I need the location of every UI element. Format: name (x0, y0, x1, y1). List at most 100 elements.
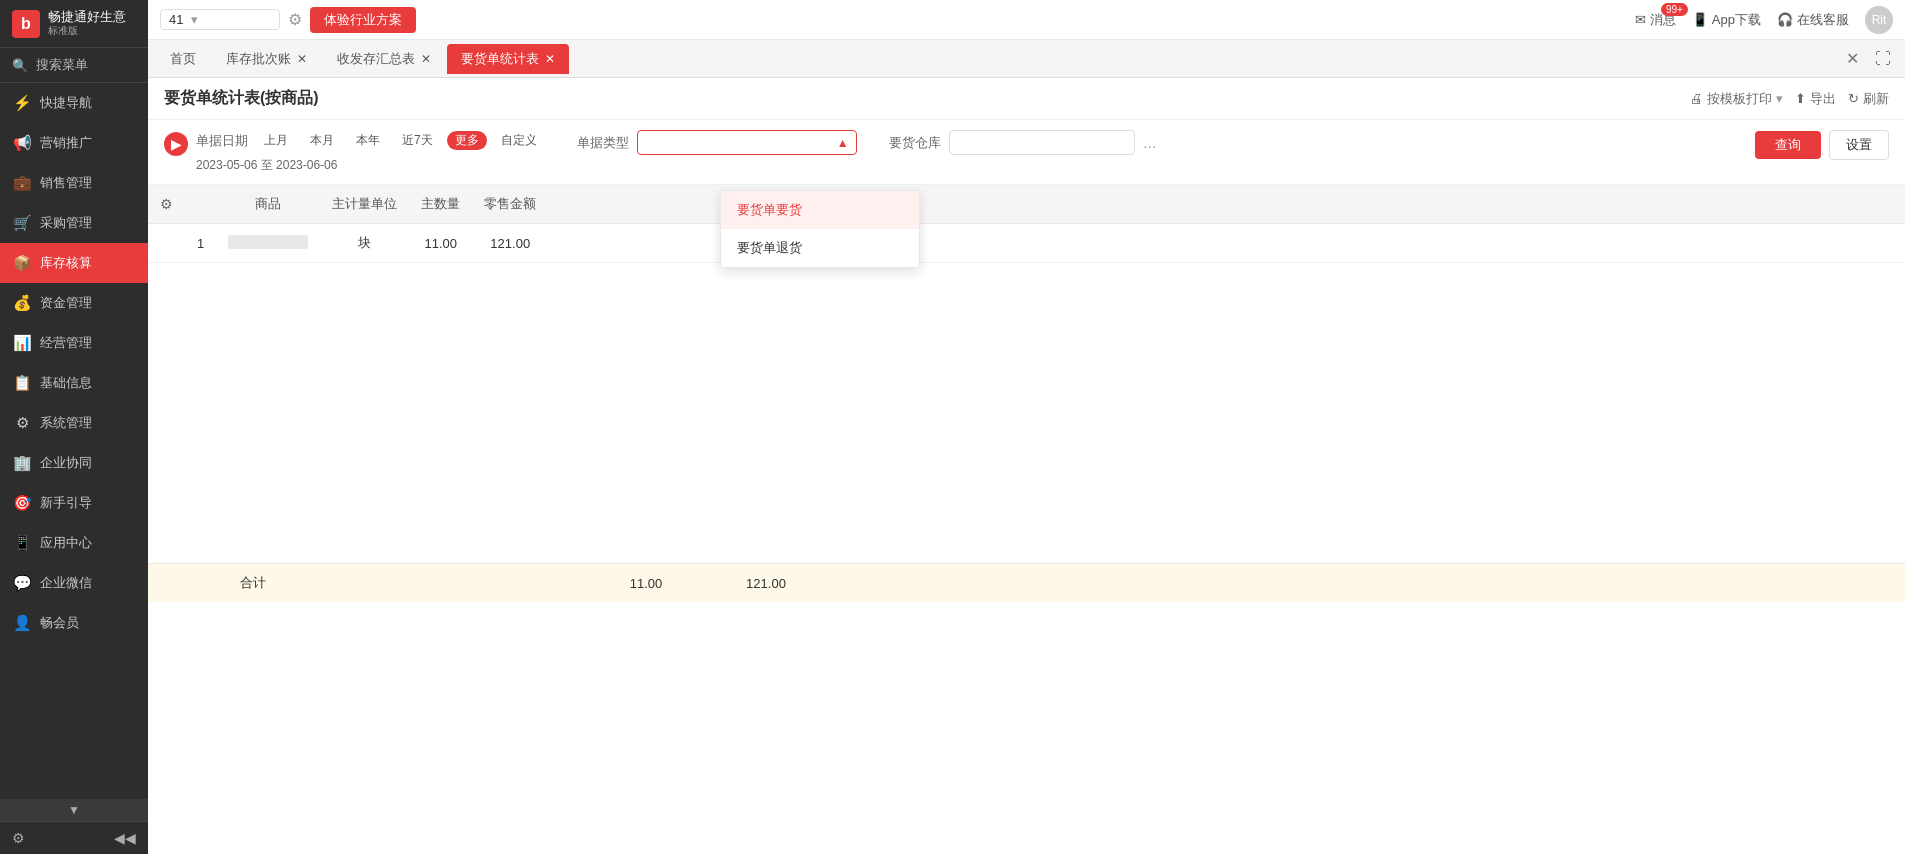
sidebar-item-guide[interactable]: 🎯 新手引导 (0, 483, 148, 523)
type-label: 单据类型 (577, 134, 629, 152)
avatar-btn[interactable]: Rit (1865, 6, 1893, 34)
custom-btn[interactable]: 自定义 (493, 130, 545, 151)
sidebar-item-wechat[interactable]: 💬 企业微信 (0, 563, 148, 603)
footer-amount: 121.00 (726, 576, 806, 591)
filter-type-group: 单据类型 ▲ (577, 130, 857, 155)
sidebar-item-purchase[interactable]: 🛒 采购管理 (0, 203, 148, 243)
tab-home-label: 首页 (170, 50, 196, 68)
tab-close-icon[interactable]: ✕ (421, 52, 431, 66)
tab-close-icon[interactable]: ✕ (545, 52, 555, 66)
tab-home[interactable]: 首页 (156, 44, 210, 74)
type-input[interactable] (637, 130, 857, 155)
finance-icon: 💰 (12, 293, 32, 313)
sidebar-item-label: 快捷导航 (40, 94, 92, 112)
purchase-icon: 🛒 (12, 213, 32, 233)
quick-nav-icon: ⚡ (12, 93, 32, 113)
message-btn[interactable]: ✉ 消息 99+ (1635, 11, 1676, 29)
filter-bar: ▶ 单据日期 上月 本月 本年 近7天 更多 自定义 2023-05-06 至 … (148, 120, 1905, 185)
service-btn[interactable]: 🎧 在线客服 (1777, 11, 1849, 29)
filter-date-range-row: 2023-05-06 至 2023-06-06 (196, 157, 545, 174)
sidebar-item-member[interactable]: 👤 畅会员 (0, 603, 148, 643)
dropdown-item-order-return[interactable]: 要货单退货 (721, 229, 919, 267)
sidebar-item-sales[interactable]: 💼 销售管理 (0, 163, 148, 203)
inventory-icon: 📦 (12, 253, 32, 273)
content-area: 要货单统计表(按商品) 🖨 按模板打印 ▾ ⬆ 导出 ↻ 刷新 ▶ (148, 78, 1905, 854)
export-label: 导出 (1810, 90, 1836, 108)
print-btn[interactable]: 🖨 按模板打印 ▾ (1690, 90, 1783, 108)
sidebar-item-finance[interactable]: 💰 资金管理 (0, 283, 148, 323)
warehouse-input[interactable] (949, 130, 1135, 155)
sidebar-item-basic[interactable]: 📋 基础信息 (0, 363, 148, 403)
last-month-btn[interactable]: 上月 (256, 130, 296, 151)
refresh-btn[interactable]: ↻ 刷新 (1848, 90, 1889, 108)
footer-qty: 11.00 (606, 576, 686, 591)
data-table-wrapper: ⚙ 商品 主计量单位 主数量 零售金额 1 (148, 185, 1905, 263)
tab-inventory-batch[interactable]: 库存批次账 ✕ (212, 44, 321, 74)
table-header-row: ⚙ 商品 主计量单位 主数量 零售金额 (148, 185, 1905, 224)
sidebar-item-system[interactable]: ⚙ 系统管理 (0, 403, 148, 443)
this-month-btn[interactable]: 本月 (302, 130, 342, 151)
query-btn[interactable]: 查询 (1755, 131, 1821, 159)
sidebar-nav: ⚡ 快捷导航 📢 营销推广 💼 销售管理 🛒 采购管理 📦 库存核算 💰 资金管… (0, 83, 148, 799)
filter-date-group: 单据日期 上月 本月 本年 近7天 更多 自定义 2023-05-06 至 20… (196, 130, 545, 174)
export-btn[interactable]: ⬆ 导出 (1795, 90, 1836, 108)
filter-actions: 查询 设置 (1755, 130, 1889, 160)
sidebar-item-operation[interactable]: 📊 经营管理 (0, 323, 148, 363)
close-all-btn[interactable]: ✕ (1840, 47, 1865, 70)
sidebar-item-marketing[interactable]: 📢 营销推广 (0, 123, 148, 163)
settings-btn[interactable]: 设置 (1829, 130, 1889, 160)
sidebar-item-inventory[interactable]: 📦 库存核算 (0, 243, 148, 283)
filter-expand-btn[interactable]: ▶ (164, 132, 188, 156)
sidebar-item-label: 新手引导 (40, 494, 92, 512)
logo-text: 畅捷通好生意 (48, 9, 126, 25)
tab-close-icon[interactable]: ✕ (297, 52, 307, 66)
sidebar-item-label: 企业协同 (40, 454, 92, 472)
row-qty: 11.00 (409, 224, 472, 263)
guide-icon: 🎯 (12, 493, 32, 513)
app-center-icon: 📱 (12, 533, 32, 553)
page-header: 要货单统计表(按商品) 🖨 按模板打印 ▾ ⬆ 导出 ↻ 刷新 (148, 78, 1905, 120)
type-select[interactable]: ▲ (637, 130, 857, 155)
account-selector[interactable]: 41 ▾ (160, 9, 280, 30)
table-row: 1 块 11.00 121.00 (148, 224, 1905, 263)
maximize-btn[interactable]: ⛶ (1869, 48, 1897, 70)
sidebar-item-label: 畅会员 (40, 614, 79, 632)
filter-date-row: 单据日期 上月 本月 本年 近7天 更多 自定义 (196, 130, 545, 151)
tabbar: 首页 库存批次账 ✕ 收发存汇总表 ✕ 要货单统计表 ✕ ✕ ⛶ (148, 40, 1905, 78)
warehouse-more-icon[interactable]: … (1143, 135, 1157, 151)
row-amount: 121.00 (472, 224, 548, 263)
last-7-btn[interactable]: 近7天 (394, 130, 441, 151)
sidebar-item-app-center[interactable]: 📱 应用中心 (0, 523, 148, 563)
settings-btn[interactable]: ⚙ (12, 830, 25, 846)
filter-type-row: 单据类型 ▲ (577, 130, 857, 155)
sidebar-item-enterprise[interactable]: 🏢 企业协同 (0, 443, 148, 483)
tab-order-stats[interactable]: 要货单统计表 ✕ (447, 44, 569, 74)
system-icon: ⚙ (12, 413, 32, 433)
sidebar-item-quick-nav[interactable]: ⚡ 快捷导航 (0, 83, 148, 123)
more-btn[interactable]: 更多 (447, 131, 487, 150)
collapse-btn[interactable]: ◀◀ (114, 830, 136, 846)
basic-icon: 📋 (12, 373, 32, 393)
sidebar-scroll-down[interactable]: ▼ (0, 799, 148, 821)
column-settings-icon[interactable]: ⚙ (160, 196, 173, 212)
print-label: 按模板打印 (1707, 90, 1772, 108)
date-quick-btns: 上月 本月 本年 近7天 更多 自定义 (256, 130, 545, 151)
footer-label: 合计 (200, 574, 306, 592)
col-settings[interactable]: ⚙ (148, 185, 185, 224)
refresh-icon: ↻ (1848, 91, 1859, 106)
search-icon: 🔍 (12, 58, 28, 73)
sidebar-item-label: 系统管理 (40, 414, 92, 432)
message-icon: ✉ (1635, 12, 1646, 27)
sidebar-search[interactable]: 🔍 搜索菜单 (0, 48, 148, 83)
product-placeholder (228, 235, 308, 249)
sidebar-item-label: 采购管理 (40, 214, 92, 232)
gear-icon[interactable]: ⚙ (288, 10, 302, 29)
tab-receivable-summary[interactable]: 收发存汇总表 ✕ (323, 44, 445, 74)
this-year-btn[interactable]: 本年 (348, 130, 388, 151)
dropdown-item-order-goods[interactable]: 要货单要货 (721, 191, 919, 229)
selector-arrow-icon: ▾ (191, 12, 198, 27)
sidebar-item-label: 资金管理 (40, 294, 92, 312)
col-index (185, 185, 216, 224)
industry-btn[interactable]: 体验行业方案 (310, 7, 416, 33)
app-download-btn[interactable]: 📱 App下载 (1692, 11, 1761, 29)
